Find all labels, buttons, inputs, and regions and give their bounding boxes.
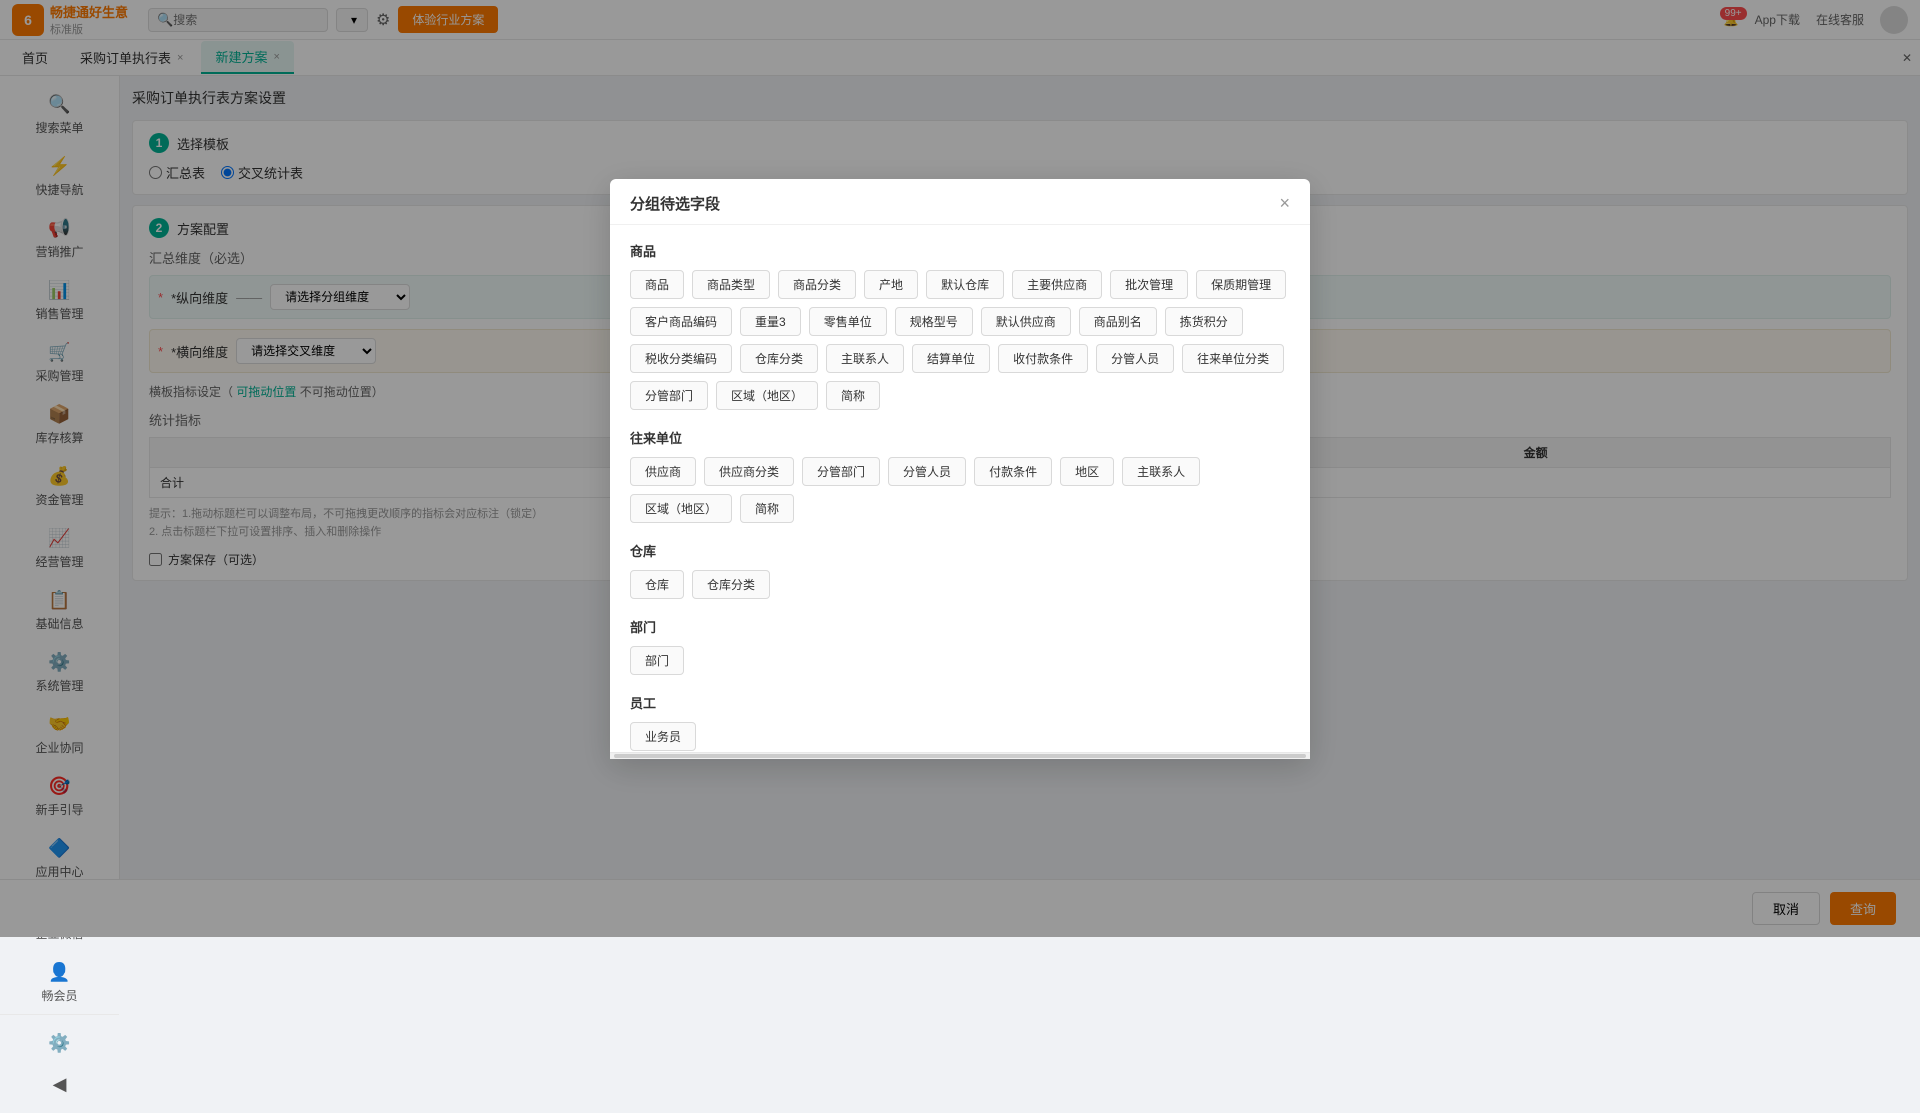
tag-product-15[interactable]: 税收分类编码: [630, 344, 732, 373]
modal-overlay: 分组待选字段 × 商品 商品 商品类型 商品分类 产地 默认仓库 主要供应商 批…: [0, 0, 1920, 937]
tag-product-1[interactable]: 商品类型: [692, 270, 770, 299]
tag-warehouse-1[interactable]: 仓库分类: [692, 570, 770, 599]
tag-product-4[interactable]: 默认仓库: [926, 270, 1004, 299]
tag-partner-0[interactable]: 供应商: [630, 457, 696, 486]
collapse-icon: ◀: [53, 1074, 67, 1095]
tag-partner-1[interactable]: 供应商分类: [704, 457, 794, 486]
tag-product-5[interactable]: 主要供应商: [1012, 270, 1102, 299]
tag-product-7[interactable]: 保质期管理: [1196, 270, 1286, 299]
tag-product-0[interactable]: 商品: [630, 270, 684, 299]
section-product: 商品 商品 商品类型 商品分类 产地 默认仓库 主要供应商 批次管理 保质期管理…: [630, 241, 1290, 410]
modal-header: 分组待选字段 ×: [610, 179, 1310, 225]
tag-product-12[interactable]: 默认供应商: [981, 307, 1071, 336]
tag-partner-6[interactable]: 主联系人: [1122, 457, 1200, 486]
section-employee-title: 员工: [630, 693, 1290, 712]
section-product-title: 商品: [630, 241, 1290, 260]
modal-title: 分组待选字段: [630, 193, 720, 214]
tag-product-14[interactable]: 拣货积分: [1165, 307, 1243, 336]
tag-department-0[interactable]: 部门: [630, 646, 684, 675]
tag-product-16[interactable]: 仓库分类: [740, 344, 818, 373]
modal-body: 商品 商品 商品类型 商品分类 产地 默认仓库 主要供应商 批次管理 保质期管理…: [610, 225, 1310, 753]
tag-partner-7[interactable]: 区域（地区）: [630, 494, 732, 523]
tag-employee-0[interactable]: 业务员: [630, 722, 696, 751]
tag-product-10[interactable]: 零售单位: [809, 307, 887, 336]
tag-product-22[interactable]: 分管部门: [630, 381, 708, 410]
tag-product-11[interactable]: 规格型号: [895, 307, 973, 336]
sidebar-bottom: ⚙️ ◀: [0, 1014, 119, 1113]
section-department-title: 部门: [630, 617, 1290, 636]
tag-product-19[interactable]: 收付款条件: [998, 344, 1088, 373]
modal-scrollbar-area: [610, 752, 1310, 758]
settings-icon: ⚙️: [48, 1033, 70, 1054]
tag-product-17[interactable]: 主联系人: [826, 344, 904, 373]
section-employee: 员工 业务员: [630, 693, 1290, 751]
section-warehouse-title: 仓库: [630, 541, 1290, 560]
field-select-modal: 分组待选字段 × 商品 商品 商品类型 商品分类 产地 默认仓库 主要供应商 批…: [610, 179, 1310, 759]
section-warehouse: 仓库 仓库 仓库分类: [630, 541, 1290, 599]
partner-tags: 供应商 供应商分类 分管部门 分管人员 付款条件 地区 主联系人 区域（地区） …: [630, 457, 1290, 523]
horizontal-scrollbar[interactable]: [614, 754, 1306, 758]
sidebar-item-member[interactable]: 👤 畅会员: [0, 952, 119, 1014]
tag-partner-4[interactable]: 付款条件: [974, 457, 1052, 486]
sidebar-item-member-label: 畅会员: [41, 987, 77, 1004]
warehouse-tags: 仓库 仓库分类: [630, 570, 1290, 599]
member-icon: 👤: [48, 962, 70, 983]
department-tags: 部门: [630, 646, 1290, 675]
tag-partner-8[interactable]: 简称: [740, 494, 794, 523]
tag-partner-2[interactable]: 分管部门: [802, 457, 880, 486]
tag-product-13[interactable]: 商品别名: [1079, 307, 1157, 336]
tag-product-24[interactable]: 简称: [826, 381, 880, 410]
tag-product-18[interactable]: 结算单位: [912, 344, 990, 373]
tag-product-21[interactable]: 往来单位分类: [1182, 344, 1284, 373]
tag-product-9[interactable]: 重量3: [740, 307, 801, 336]
sidebar-item-collapse[interactable]: ◀: [0, 1064, 119, 1105]
tag-warehouse-0[interactable]: 仓库: [630, 570, 684, 599]
product-tags: 商品 商品类型 商品分类 产地 默认仓库 主要供应商 批次管理 保质期管理 客户…: [630, 270, 1290, 410]
tag-product-20[interactable]: 分管人员: [1096, 344, 1174, 373]
tag-product-6[interactable]: 批次管理: [1110, 270, 1188, 299]
tag-product-3[interactable]: 产地: [864, 270, 918, 299]
tag-product-23[interactable]: 区域（地区）: [716, 381, 818, 410]
section-department: 部门 部门: [630, 617, 1290, 675]
tag-partner-3[interactable]: 分管人员: [888, 457, 966, 486]
employee-tags: 业务员: [630, 722, 1290, 751]
tag-partner-5[interactable]: 地区: [1060, 457, 1114, 486]
modal-close-button[interactable]: ×: [1279, 193, 1290, 214]
section-partner: 往来单位 供应商 供应商分类 分管部门 分管人员 付款条件 地区 主联系人 区域…: [630, 428, 1290, 523]
section-partner-title: 往来单位: [630, 428, 1290, 447]
tag-product-2[interactable]: 商品分类: [778, 270, 856, 299]
sidebar-item-settings[interactable]: ⚙️: [0, 1023, 119, 1064]
tag-product-8[interactable]: 客户商品编码: [630, 307, 732, 336]
